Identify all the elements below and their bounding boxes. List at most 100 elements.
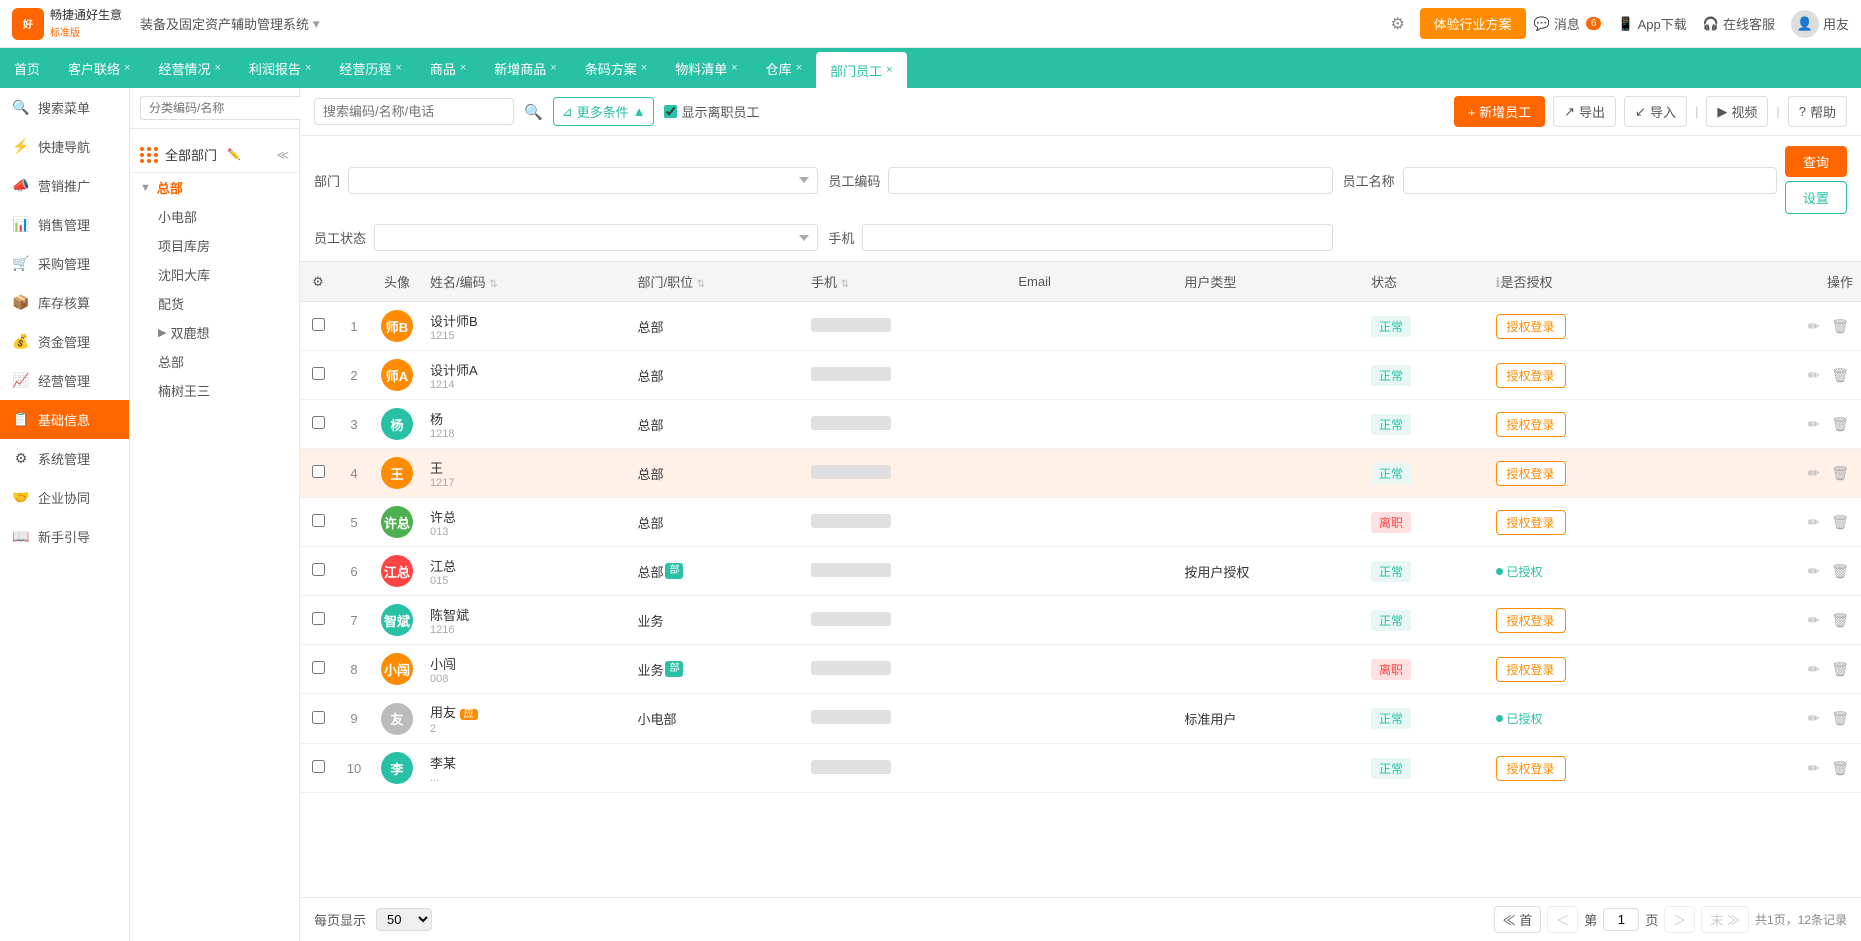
tab-close-customer[interactable]: ×: [124, 62, 130, 74]
emp-code-input[interactable]: [888, 167, 1332, 194]
emp-status-select[interactable]: [374, 224, 818, 251]
import-button[interactable]: ↙ 导入: [1624, 96, 1687, 127]
sidebar-item-system[interactable]: ⚙ 系统管理: [0, 439, 129, 478]
tab-warehouse[interactable]: 仓库 ×: [752, 48, 816, 88]
edit-btn[interactable]: ✏: [1804, 561, 1824, 582]
sort-icon-dept[interactable]: ⇅: [697, 279, 705, 290]
col-dept-header[interactable]: 部门/职位 ⇅: [629, 262, 802, 302]
tab-close-bom[interactable]: ×: [731, 62, 737, 74]
help-button[interactable]: ? 帮助: [1788, 96, 1847, 127]
edit-btn[interactable]: ✏: [1804, 365, 1824, 386]
tab-business[interactable]: 经营情况 ×: [144, 48, 234, 88]
page-number-input[interactable]: [1603, 908, 1639, 931]
tab-bom[interactable]: 物料清单 ×: [661, 48, 751, 88]
tab-profit[interactable]: 利润报告 ×: [235, 48, 325, 88]
sort-icon-phone[interactable]: ⇅: [841, 279, 849, 290]
delete-btn[interactable]: 🗑: [1827, 365, 1853, 386]
tree-node-xiaodibu[interactable]: 小电部: [130, 202, 299, 231]
row-checkbox[interactable]: [312, 514, 325, 527]
edit-btn[interactable]: ✏: [1804, 610, 1824, 631]
show-resigned-checkbox[interactable]: [664, 105, 677, 118]
tab-close-business[interactable]: ×: [214, 62, 220, 74]
sidebar-item-purchase[interactable]: 🛒 采购管理: [0, 244, 129, 283]
sort-icon-name[interactable]: ⇅: [489, 279, 497, 290]
col-name-header[interactable]: 姓名/编码 ⇅: [422, 262, 629, 302]
export-button[interactable]: ↗ 导出: [1553, 96, 1616, 127]
delete-btn[interactable]: 🗑: [1827, 758, 1853, 779]
phone-input[interactable]: [862, 224, 1332, 251]
edit-btn[interactable]: ✏: [1804, 708, 1824, 729]
tab-home[interactable]: 首页: [0, 48, 54, 88]
sidebar-item-nav[interactable]: ⚡ 快捷导航: [0, 127, 129, 166]
auth-login-btn[interactable]: 授权登录: [1496, 608, 1566, 633]
delete-btn[interactable]: 🗑: [1827, 512, 1853, 533]
edit-btn[interactable]: ✏: [1804, 659, 1824, 680]
edit-btn[interactable]: ✏: [1804, 463, 1824, 484]
delete-btn[interactable]: 🗑: [1827, 463, 1853, 484]
query-button[interactable]: 查询: [1785, 146, 1847, 177]
tree-search-input[interactable]: [140, 96, 313, 120]
emp-name-input[interactable]: [1403, 167, 1777, 194]
delete-btn[interactable]: 🗑: [1827, 708, 1853, 729]
delete-btn[interactable]: 🗑: [1827, 561, 1853, 582]
first-page-btn[interactable]: ≪ 首: [1494, 906, 1542, 933]
tab-close-warehouse[interactable]: ×: [796, 62, 802, 74]
delete-btn[interactable]: 🗑: [1827, 414, 1853, 435]
show-resigned-label[interactable]: 显示离职员工: [664, 102, 759, 121]
auth-login-btn[interactable]: 授权登录: [1496, 461, 1566, 486]
tree-node-kufang[interactable]: 项目库房: [130, 231, 299, 260]
search-input[interactable]: [314, 98, 514, 125]
per-page-select[interactable]: 50 100: [376, 908, 432, 931]
edit-btn[interactable]: ✏: [1804, 316, 1824, 337]
message-item[interactable]: 💬 消息 6: [1534, 14, 1602, 33]
delete-btn[interactable]: 🗑: [1827, 610, 1853, 631]
tree-edit-icon[interactable]: ✏️: [227, 148, 241, 161]
sidebar-item-marketing[interactable]: 📣 营销推广: [0, 166, 129, 205]
tab-employees[interactable]: 部门员工 ×: [816, 52, 906, 88]
tree-collapse-btn[interactable]: ≪: [276, 148, 289, 162]
row-checkbox[interactable]: [312, 416, 325, 429]
sidebar-item-operation[interactable]: 📈 经营管理: [0, 361, 129, 400]
col-phone-header[interactable]: 手机 ⇅: [803, 262, 1010, 302]
sys-title-arrow-icon[interactable]: ▾: [313, 16, 320, 32]
next-page-btn[interactable]: ＞: [1664, 906, 1695, 933]
row-checkbox[interactable]: [312, 465, 325, 478]
tree-node-nanshu[interactable]: 楠树王三: [130, 376, 299, 405]
tab-close-new-goods[interactable]: ×: [550, 62, 556, 74]
view-button[interactable]: ▶ 视频: [1706, 96, 1768, 127]
row-checkbox[interactable]: [312, 367, 325, 380]
info-icon[interactable]: ℹ: [1496, 275, 1501, 290]
prev-page-btn[interactable]: ＜: [1547, 906, 1578, 933]
row-checkbox[interactable]: [312, 661, 325, 674]
search-button[interactable]: 🔍: [524, 103, 543, 121]
user-item[interactable]: 👤 用友: [1791, 10, 1849, 38]
edit-btn[interactable]: ✏: [1804, 512, 1824, 533]
tree-section-general[interactable]: ▼ 总部: [130, 173, 299, 202]
sidebar-item-collab[interactable]: 🤝 企业协同: [0, 478, 129, 517]
sidebar-item-sales[interactable]: 📊 销售管理: [0, 205, 129, 244]
tab-history[interactable]: 经营历程 ×: [325, 48, 415, 88]
edit-btn[interactable]: ✏: [1804, 758, 1824, 779]
tab-close-employees[interactable]: ×: [886, 64, 892, 76]
tree-node-shuanglu[interactable]: ▶ 双鹿想: [130, 318, 299, 347]
delete-btn[interactable]: 🗑: [1827, 316, 1853, 337]
tree-all-dept[interactable]: 全部部门 ✏️ ≪: [130, 137, 299, 173]
online-service-item[interactable]: 🎧 在线客服: [1703, 14, 1775, 33]
auth-login-btn[interactable]: 授权登录: [1496, 314, 1566, 339]
app-download-item[interactable]: 📱 App下载: [1617, 14, 1686, 33]
last-page-btn[interactable]: 末 ≫: [1701, 906, 1749, 933]
auth-login-btn[interactable]: 授权登录: [1496, 510, 1566, 535]
edit-btn[interactable]: ✏: [1804, 414, 1824, 435]
tree-node-zongbu[interactable]: 总部: [130, 347, 299, 376]
sidebar-item-basic[interactable]: 📋 基础信息: [0, 400, 129, 439]
auth-login-btn[interactable]: 授权登录: [1496, 756, 1566, 781]
filter-more-btn[interactable]: ⊿ 更多条件 ▲: [553, 97, 655, 126]
row-checkbox[interactable]: [312, 760, 325, 773]
tab-close-barcode[interactable]: ×: [641, 62, 647, 74]
row-checkbox[interactable]: [312, 711, 325, 724]
row-checkbox[interactable]: [312, 318, 325, 331]
tab-close-goods[interactable]: ×: [460, 62, 466, 74]
sidebar-item-inventory[interactable]: 📦 库存核算: [0, 283, 129, 322]
auth-login-btn[interactable]: 授权登录: [1496, 412, 1566, 437]
trial-button[interactable]: 体验行业方案: [1420, 8, 1526, 39]
